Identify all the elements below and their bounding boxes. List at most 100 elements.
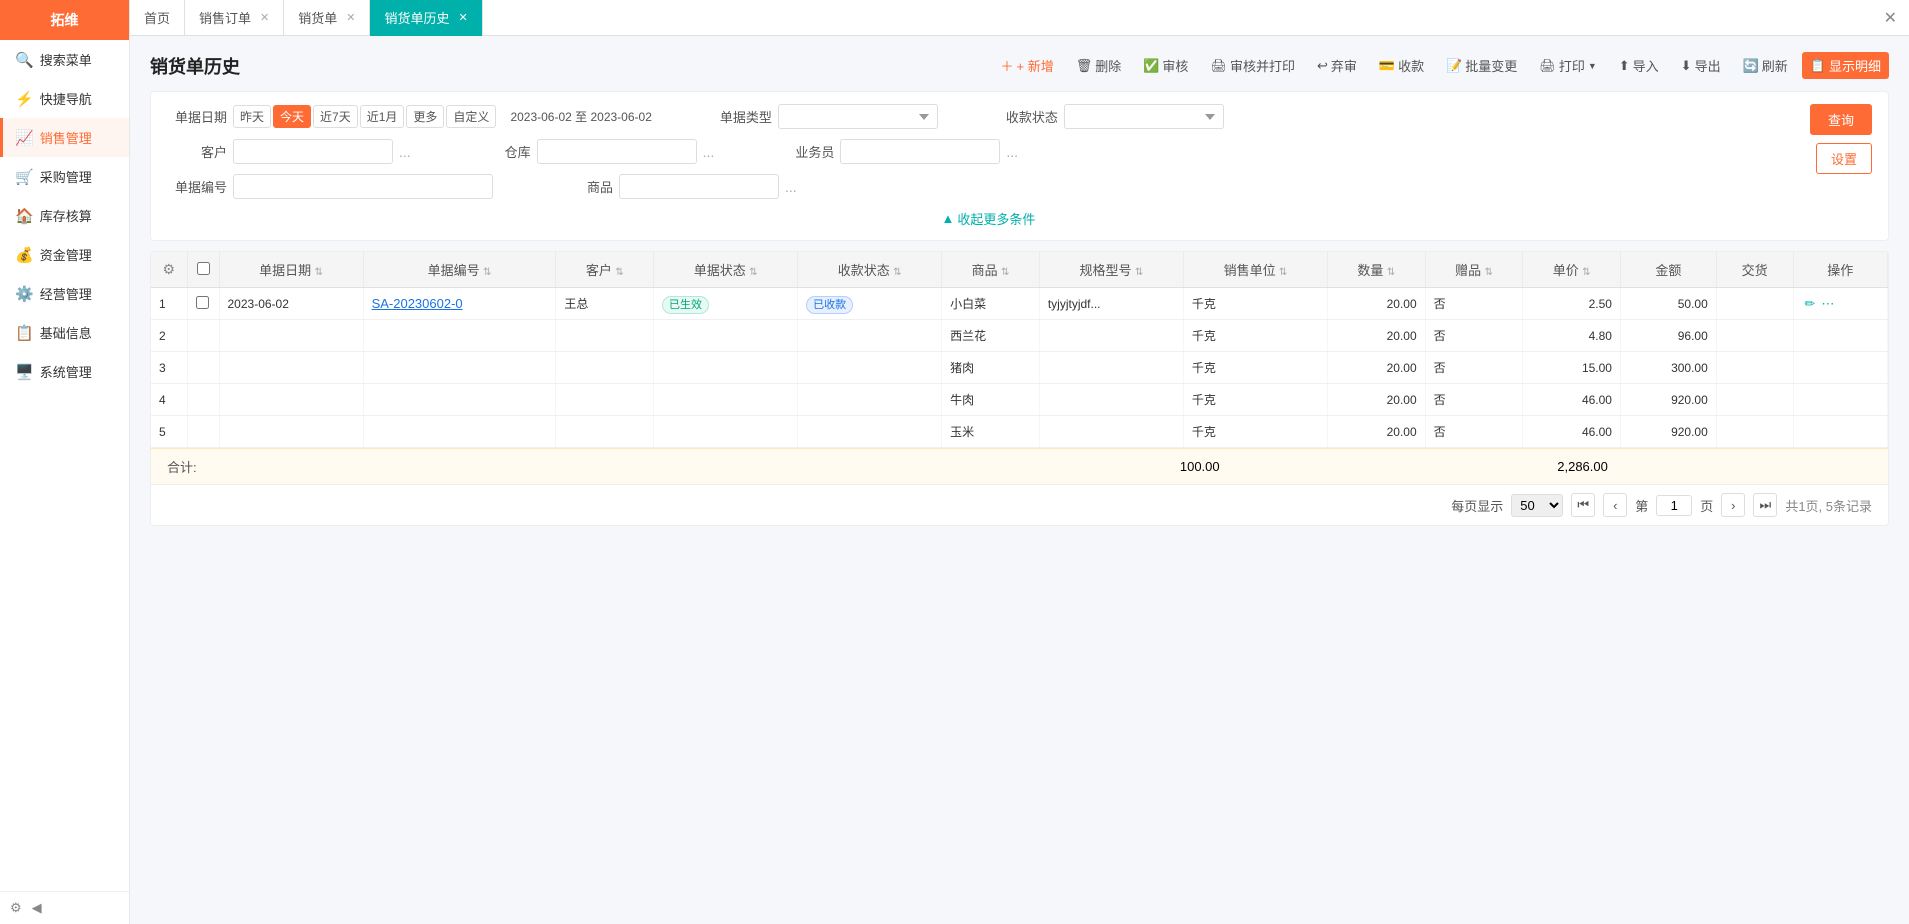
cell-checkbox[interactable]	[187, 320, 219, 352]
col-payment-status[interactable]: 收款状态 ⇅	[798, 252, 942, 288]
sidebar-item-sales-mgmt[interactable]: 📈 销售管理	[0, 118, 129, 157]
col-customer[interactable]: 客户 ⇅	[556, 252, 654, 288]
tab-home[interactable]: 首页	[130, 0, 185, 36]
abandon-button[interactable]: ↩ 弃审	[1309, 52, 1365, 79]
collect-button[interactable]: 💳 收款	[1371, 52, 1432, 79]
cell-spec	[1039, 320, 1183, 352]
batch-change-button[interactable]: 📝 批量变更	[1438, 52, 1525, 79]
next-page-btn[interactable]: ›	[1721, 493, 1745, 517]
sidebar-settings-icon[interactable]: ⚙	[10, 900, 22, 916]
delete-button[interactable]: 🗑 删除	[1068, 52, 1130, 79]
settings-button[interactable]: 设置	[1816, 143, 1872, 174]
col-goods[interactable]: 商品 ⇅	[942, 252, 1040, 288]
sidebar-item-inventory-calc[interactable]: 🏠 库存核算	[0, 196, 129, 235]
col-gift[interactable]: 赠品 ⇅	[1425, 252, 1523, 288]
review-icon: ✅	[1143, 58, 1159, 74]
tab-bar: 首页 销售订单 ✕ 销货单 ✕ 销货单历史 ✕ ✕	[130, 0, 1909, 36]
sidebar-item-sys-mgmt[interactable]: 🖥️ 系统管理	[0, 352, 129, 391]
select-all-checkbox[interactable]	[197, 262, 210, 275]
sidebar-item-label: 基础信息	[40, 323, 92, 342]
cell-gift: 否	[1425, 384, 1523, 416]
customer-input[interactable]	[233, 139, 393, 164]
table-scroll-area[interactable]: ⚙ 单据日期 ⇅ 单据编号 ⇅	[151, 252, 1888, 448]
date-custom-btn[interactable]: 自定义	[446, 105, 496, 128]
cell-doc-status	[654, 384, 798, 416]
refresh-button[interactable]: 🔄 刷新	[1735, 52, 1796, 79]
tab-sales-history[interactable]: 销货单历史 ✕	[370, 0, 482, 36]
new-button[interactable]: ＋ + 新增	[992, 52, 1061, 79]
doc-type-select[interactable]	[778, 104, 938, 129]
sidebar-item-fund-mgmt[interactable]: 💰 资金管理	[0, 235, 129, 274]
salesperson-input[interactable]	[840, 139, 1000, 164]
cell-checkbox[interactable]	[187, 384, 219, 416]
sort-date-icon: ⇅	[315, 267, 323, 278]
footer-amount-total: 2,286.00	[1484, 459, 1624, 474]
tab-sales-delivery-close[interactable]: ✕	[346, 11, 355, 24]
tab-sales-delivery[interactable]: 销货单 ✕	[284, 0, 370, 36]
sidebar-bottom: ⚙ ◀	[0, 891, 129, 924]
row-checkbox[interactable]	[196, 296, 209, 309]
gear-icon: ⚙️	[15, 285, 34, 303]
date-more-btn[interactable]: 更多	[406, 105, 444, 128]
cell-checkbox[interactable]	[187, 352, 219, 384]
sidebar-item-quick-nav[interactable]: ⚡ 快捷导航	[0, 79, 129, 118]
cell-checkbox[interactable]	[187, 416, 219, 448]
show-detail-button[interactable]: 📋 显示明细	[1802, 52, 1889, 79]
doc-number-input[interactable]	[233, 174, 493, 199]
col-number[interactable]: 单据编号 ⇅	[363, 252, 556, 288]
review-print-button[interactable]: 🖨 审核并打印	[1202, 52, 1303, 79]
col-checkbox[interactable]	[187, 252, 219, 288]
window-close-button[interactable]: ✕	[1872, 8, 1909, 28]
sidebar-item-ops-mgmt[interactable]: ⚙️ 经营管理	[0, 274, 129, 313]
first-page-btn[interactable]: ⏮	[1571, 493, 1595, 517]
export-button[interactable]: ⬇ 导出	[1673, 52, 1729, 79]
date-today-btn[interactable]: 今天	[273, 105, 311, 128]
import-button[interactable]: ⬆ 导入	[1611, 52, 1667, 79]
page-header: 销货单历史 ＋ + 新增 🗑 删除 ✅ 审核 🖨 审核并打印	[150, 52, 1889, 79]
warehouse-more-btn[interactable]: ...	[703, 144, 715, 160]
payment-status-select[interactable]	[1064, 104, 1224, 129]
print-button[interactable]: 🖨 打印 ▼	[1531, 52, 1604, 79]
date-1month-btn[interactable]: 近1月	[360, 105, 405, 128]
tab-sales-order[interactable]: 销售订单 ✕	[185, 0, 284, 36]
query-button[interactable]: 查询	[1810, 104, 1872, 135]
sidebar-item-purchase-mgmt[interactable]: 🛒 采购管理	[0, 157, 129, 196]
table-row: 12023-06-02SA-20230602-0王总已生效已收款小白菜tyjyj…	[151, 288, 1888, 320]
tab-sales-history-close[interactable]: ✕	[459, 11, 468, 24]
col-price[interactable]: 单价 ⇅	[1523, 252, 1621, 288]
col-unit[interactable]: 销售单位 ⇅	[1183, 252, 1327, 288]
col-date[interactable]: 单据日期 ⇅	[219, 252, 363, 288]
col-qty[interactable]: 数量 ⇅	[1327, 252, 1425, 288]
page-number-input[interactable]	[1656, 495, 1692, 516]
col-settings[interactable]: ⚙	[151, 252, 187, 288]
review-button[interactable]: ✅ 审核	[1135, 52, 1196, 79]
col-doc-status[interactable]: 单据状态 ⇅	[654, 252, 798, 288]
customer-more-btn[interactable]: ...	[399, 144, 411, 160]
page-unit-label: 页	[1700, 496, 1713, 515]
per-page-select[interactable]: 50 100	[1511, 494, 1563, 517]
tab-sales-order-label: 销售订单	[199, 8, 251, 27]
collapse-filter-btn[interactable]: ▲ 收起更多条件	[167, 209, 1810, 228]
prev-page-btn[interactable]: ‹	[1603, 493, 1627, 517]
cell-spec	[1039, 416, 1183, 448]
date-7days-btn[interactable]: 近7天	[313, 105, 358, 128]
goods-input[interactable]	[619, 174, 779, 199]
last-page-btn[interactable]: ⏭	[1753, 493, 1777, 517]
table-settings-gear-icon[interactable]: ⚙	[162, 261, 175, 277]
date-yesterday-btn[interactable]: 昨天	[233, 105, 271, 128]
date-label: 单据日期	[167, 107, 227, 126]
warehouse-input[interactable]	[537, 139, 697, 164]
doc-number-link[interactable]: SA-20230602-0	[372, 296, 463, 311]
sidebar-item-search-menu[interactable]: 🔍 搜索菜单	[0, 40, 129, 79]
cell-checkbox[interactable]	[187, 288, 219, 320]
sidebar-item-base-info[interactable]: 📋 基础信息	[0, 313, 129, 352]
sidebar-collapse-icon[interactable]: ◀	[32, 900, 42, 916]
salesperson-more-btn[interactable]: ...	[1006, 144, 1018, 160]
collapse-arrow-icon: ▲	[942, 211, 955, 226]
cell-payment-status	[798, 416, 942, 448]
col-spec[interactable]: 规格型号 ⇅	[1039, 252, 1183, 288]
goods-more-btn[interactable]: ...	[785, 179, 797, 195]
edit-action-btn[interactable]: ✏	[1802, 296, 1819, 312]
tab-sales-order-close[interactable]: ✕	[260, 11, 269, 24]
more-action-btn[interactable]: ⋯	[1818, 296, 1837, 312]
